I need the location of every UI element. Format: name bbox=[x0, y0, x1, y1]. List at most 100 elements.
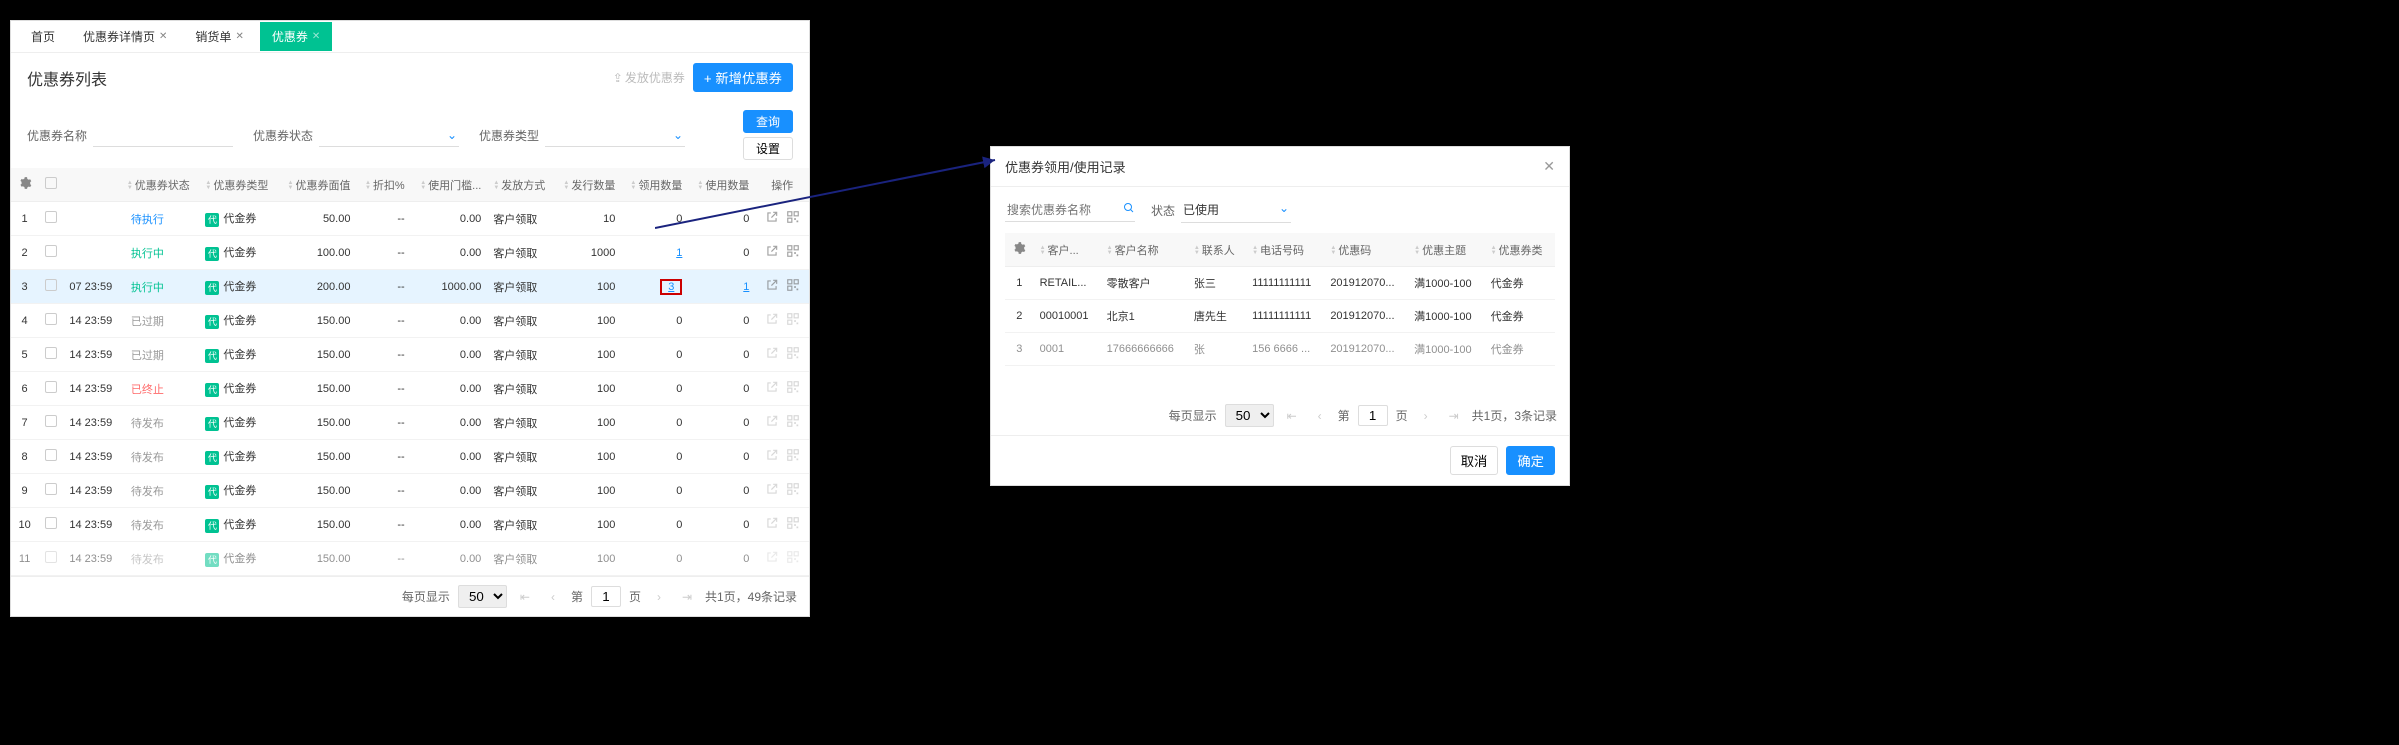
cancel-button[interactable]: 取消 bbox=[1450, 446, 1499, 475]
sort-icon[interactable]: ▲▼ bbox=[205, 181, 211, 191]
table-row[interactable]: 2 执行中 代代金券 100.00 -- 0.00 客户领取 1000 1 0 bbox=[11, 236, 809, 270]
share-icon[interactable] bbox=[765, 244, 779, 258]
coupon-table-wrap: ▲▼优惠券状态 ▲▼优惠券类型 ▲▼优惠券面值 ▲▼折扣% ▲▼使用门槛... … bbox=[11, 168, 809, 576]
first-page-button[interactable]: ⇤ bbox=[1282, 406, 1302, 426]
status-badge: 待发布 bbox=[127, 417, 168, 431]
row-checkbox[interactable] bbox=[45, 551, 57, 563]
qrcode-icon bbox=[786, 312, 800, 326]
qrcode-icon[interactable] bbox=[786, 278, 800, 292]
table-row[interactable]: 2 00010001 北京1 唐先生 11111111111 201912070… bbox=[1005, 300, 1555, 333]
gear-icon[interactable] bbox=[18, 176, 32, 190]
coupon-type-select[interactable]: ⌄ bbox=[545, 124, 685, 147]
table-row[interactable]: 11 14 23:59 待发布 代代金券 150.00 -- 0.00 客户领取… bbox=[11, 542, 809, 576]
modal-search-input[interactable] bbox=[1005, 199, 1123, 221]
modal-status-select[interactable]: 已使用 ⌄ bbox=[1181, 197, 1291, 223]
table-row[interactable]: 10 14 23:59 待发布 代代金券 150.00 -- 0.00 客户领取… bbox=[11, 508, 809, 542]
row-checkbox[interactable] bbox=[45, 245, 57, 257]
settings-button[interactable]: 设置 bbox=[743, 137, 793, 160]
confirm-button[interactable]: 确定 bbox=[1506, 446, 1555, 475]
modal-pager-summary: 共1页，3条记录 bbox=[1472, 407, 1557, 424]
qrcode-icon[interactable] bbox=[786, 210, 800, 224]
table-row[interactable]: 1 待执行 代代金券 50.00 -- 0.00 客户领取 10 0 0 bbox=[11, 202, 809, 236]
row-checkbox[interactable] bbox=[45, 347, 57, 359]
status-badge: 待发布 bbox=[127, 553, 168, 567]
close-icon[interactable]: ✕ bbox=[312, 31, 320, 42]
tab-优惠券详情页[interactable]: 优惠券详情页✕ bbox=[71, 22, 179, 51]
row-checkbox[interactable] bbox=[45, 279, 57, 291]
tab-优惠券[interactable]: 优惠券✕ bbox=[260, 22, 332, 51]
qrcode-icon bbox=[786, 550, 800, 564]
prev-page-button[interactable]: ‹ bbox=[1310, 406, 1330, 426]
row-checkbox[interactable] bbox=[45, 415, 57, 427]
next-page-button[interactable]: › bbox=[1416, 406, 1436, 426]
voucher-type-icon: 代 bbox=[205, 485, 219, 499]
sort-icon[interactable]: ▲▼ bbox=[127, 181, 133, 191]
table-row[interactable]: 1 RETAIL... 零散客户 张三 11111111111 20191207… bbox=[1005, 267, 1555, 300]
share-icon[interactable] bbox=[765, 278, 779, 292]
qrcode-icon bbox=[786, 414, 800, 428]
voucher-type-icon: 代 bbox=[205, 349, 219, 363]
close-icon[interactable]: ✕ bbox=[1543, 158, 1555, 175]
close-icon[interactable]: ✕ bbox=[235, 31, 243, 42]
claim-count-link[interactable]: 1 bbox=[676, 247, 682, 259]
table-row[interactable]: 5 14 23:59 已过期 代代金券 150.00 -- 0.00 客户领取 … bbox=[11, 338, 809, 372]
status-badge: 待发布 bbox=[127, 519, 168, 533]
select-all-checkbox[interactable] bbox=[45, 177, 57, 189]
tab-首页[interactable]: 首页 bbox=[19, 22, 67, 51]
share-icon[interactable] bbox=[765, 210, 779, 224]
coupon-status-select[interactable]: ⌄ bbox=[319, 124, 459, 147]
row-checkbox[interactable] bbox=[45, 517, 57, 529]
add-coupon-button[interactable]: + 新增优惠券 bbox=[693, 63, 793, 92]
table-row[interactable]: 9 14 23:59 待发布 代代金券 150.00 -- 0.00 客户领取 … bbox=[11, 474, 809, 508]
next-page-button[interactable]: › bbox=[649, 587, 669, 607]
table-row[interactable]: 6 14 23:59 已终止 代代金券 150.00 -- 0.00 客户领取 … bbox=[11, 372, 809, 406]
use-count-link[interactable]: 1 bbox=[743, 281, 749, 293]
sort-icon[interactable]: ▲▼ bbox=[563, 181, 569, 191]
coupon-name-input[interactable] bbox=[93, 123, 233, 147]
coupon-table: ▲▼优惠券状态 ▲▼优惠券类型 ▲▼优惠券面值 ▲▼折扣% ▲▼使用门槛... … bbox=[11, 168, 809, 576]
page-input[interactable] bbox=[591, 586, 621, 607]
chevron-down-icon: ⌄ bbox=[673, 128, 683, 142]
claim-count-link[interactable]: 3 bbox=[668, 281, 674, 293]
share-icon bbox=[765, 448, 779, 462]
sort-icon[interactable]: ▲▼ bbox=[288, 181, 294, 191]
voucher-type-icon: 代 bbox=[205, 451, 219, 465]
voucher-type-icon: 代 bbox=[205, 213, 219, 227]
row-checkbox[interactable] bbox=[45, 483, 57, 495]
close-icon[interactable]: ✕ bbox=[159, 31, 167, 42]
prev-page-button[interactable]: ‹ bbox=[543, 587, 563, 607]
sort-icon[interactable]: ▲▼ bbox=[493, 181, 499, 191]
row-checkbox[interactable] bbox=[45, 313, 57, 325]
distribute-coupon-button: ⇪ 发放优惠券 bbox=[613, 69, 685, 86]
table-row[interactable]: 7 14 23:59 待发布 代代金券 150.00 -- 0.00 客户领取 … bbox=[11, 406, 809, 440]
sort-icon[interactable]: ▲▼ bbox=[630, 181, 636, 191]
sort-icon[interactable]: ▲▼ bbox=[365, 181, 371, 191]
sort-icon[interactable]: ▲▼ bbox=[697, 181, 703, 191]
row-checkbox[interactable] bbox=[45, 381, 57, 393]
modal-page-size-select[interactable]: 50 bbox=[1225, 404, 1274, 427]
qrcode-icon bbox=[786, 448, 800, 462]
tab-销货单[interactable]: 销货单✕ bbox=[183, 22, 255, 51]
table-row[interactable]: 3 07 23:59 执行中 代代金券 200.00 -- 1000.00 客户… bbox=[11, 270, 809, 304]
qrcode-icon[interactable] bbox=[786, 244, 800, 258]
table-row[interactable]: 8 14 23:59 待发布 代代金券 150.00 -- 0.00 客户领取 … bbox=[11, 440, 809, 474]
voucher-type-icon: 代 bbox=[205, 247, 219, 261]
voucher-type-icon: 代 bbox=[205, 553, 219, 567]
first-page-button[interactable]: ⇤ bbox=[515, 587, 535, 607]
table-row[interactable]: 4 14 23:59 已过期 代代金券 150.00 -- 0.00 客户领取 … bbox=[11, 304, 809, 338]
table-row[interactable]: 3 0001 17666666666 张 156 6666 ... 201912… bbox=[1005, 333, 1555, 366]
pager: 每页显示 50 ⇤ ‹ 第 页 › ⇥ 共1页，49条记录 bbox=[11, 576, 809, 616]
modal-page-input[interactable] bbox=[1358, 405, 1388, 426]
row-checkbox[interactable] bbox=[45, 449, 57, 461]
row-checkbox[interactable] bbox=[45, 211, 57, 223]
page-size-select[interactable]: 50 bbox=[458, 585, 507, 608]
status-badge: 已过期 bbox=[127, 315, 168, 329]
gear-icon[interactable] bbox=[1012, 241, 1026, 255]
sort-icon[interactable]: ▲▼ bbox=[420, 181, 426, 191]
share-icon bbox=[765, 312, 779, 326]
last-page-button[interactable]: ⇥ bbox=[1444, 406, 1464, 426]
page-header: 优惠券列表 ⇪ 发放优惠券 + 新增优惠券 bbox=[11, 53, 809, 102]
search-icon[interactable] bbox=[1123, 202, 1135, 217]
last-page-button[interactable]: ⇥ bbox=[677, 587, 697, 607]
search-button[interactable]: 查询 bbox=[743, 110, 793, 133]
